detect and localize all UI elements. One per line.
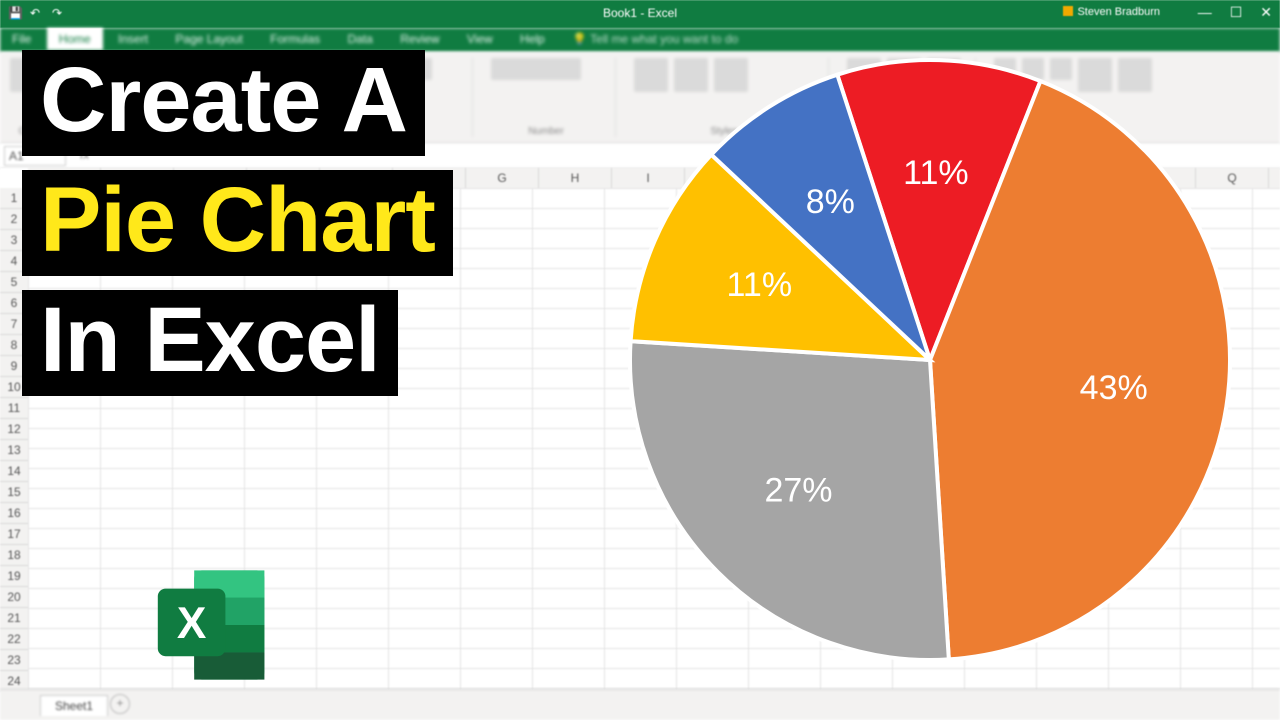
tab-insert[interactable]: Insert <box>106 28 160 50</box>
row-header[interactable]: 21 <box>0 608 28 629</box>
tab-pagelayout[interactable]: Page Layout <box>163 28 254 50</box>
col-header[interactable]: H <box>539 168 612 188</box>
row-header[interactable]: 19 <box>0 566 28 587</box>
redo-icon[interactable]: ↷ <box>52 6 66 20</box>
maximize-icon[interactable]: ☐ <box>1230 4 1243 21</box>
row-header[interactable]: 22 <box>0 629 28 650</box>
col-header[interactable]: R <box>1269 168 1280 188</box>
save-icon[interactable]: 💾 <box>8 6 22 20</box>
excel-logo-icon: X <box>150 560 280 695</box>
undo-icon[interactable]: ↶ <box>30 6 44 20</box>
row-header[interactable]: 16 <box>0 503 28 524</box>
tab-data[interactable]: Data <box>336 28 385 50</box>
overlay-headline: Create A Pie Chart In Excel <box>22 50 453 410</box>
row-header[interactable]: 13 <box>0 440 28 461</box>
close-icon[interactable]: ✕ <box>1260 4 1272 21</box>
sheet-tab-active[interactable]: Sheet1 <box>40 695 108 716</box>
row-header[interactable]: 23 <box>0 650 28 671</box>
minimize-icon[interactable]: — <box>1198 4 1212 21</box>
row-header[interactable]: 14 <box>0 461 28 482</box>
row-header[interactable]: 12 <box>0 419 28 440</box>
group-number: Number <box>491 126 601 137</box>
tab-review[interactable]: Review <box>388 28 451 50</box>
pie-data-label: 27% <box>764 472 832 510</box>
pie-chart: 11% 43% 27% 11% 8% <box>610 40 1250 680</box>
pie-data-label: 11% <box>903 154 969 192</box>
pie-data-label: 11% <box>727 266 793 304</box>
pie-data-label: 43% <box>1080 369 1148 407</box>
headline-line3: In Excel <box>22 290 398 396</box>
row-header[interactable]: 17 <box>0 524 28 545</box>
headline-line1: Create A <box>22 50 425 156</box>
row-header[interactable]: 20 <box>0 587 28 608</box>
new-sheet-icon[interactable]: + <box>110 694 130 714</box>
excel-title-bar: 💾 ↶ ↷ Book1 - Excel Steven Bradburn — ☐ … <box>0 0 1280 28</box>
col-header[interactable]: G <box>466 168 539 188</box>
tab-help[interactable]: Help <box>508 28 557 50</box>
tab-formulas[interactable]: Formulas <box>258 28 332 50</box>
tab-home[interactable]: Home <box>47 28 103 50</box>
signed-in-user: Steven Bradburn <box>1063 6 1160 18</box>
tab-view[interactable]: View <box>455 28 505 50</box>
row-header[interactable]: 15 <box>0 482 28 503</box>
number-format-icon[interactable] <box>491 58 581 80</box>
quick-access-toolbar: 💾 ↶ ↷ <box>8 6 66 20</box>
svg-text:X: X <box>177 599 207 648</box>
tab-file[interactable]: File <box>0 28 43 50</box>
document-title: Book1 - Excel <box>603 6 677 20</box>
row-header[interactable]: 18 <box>0 545 28 566</box>
headline-line2: Pie Chart <box>22 170 453 276</box>
pie-data-label: 8% <box>806 183 855 221</box>
